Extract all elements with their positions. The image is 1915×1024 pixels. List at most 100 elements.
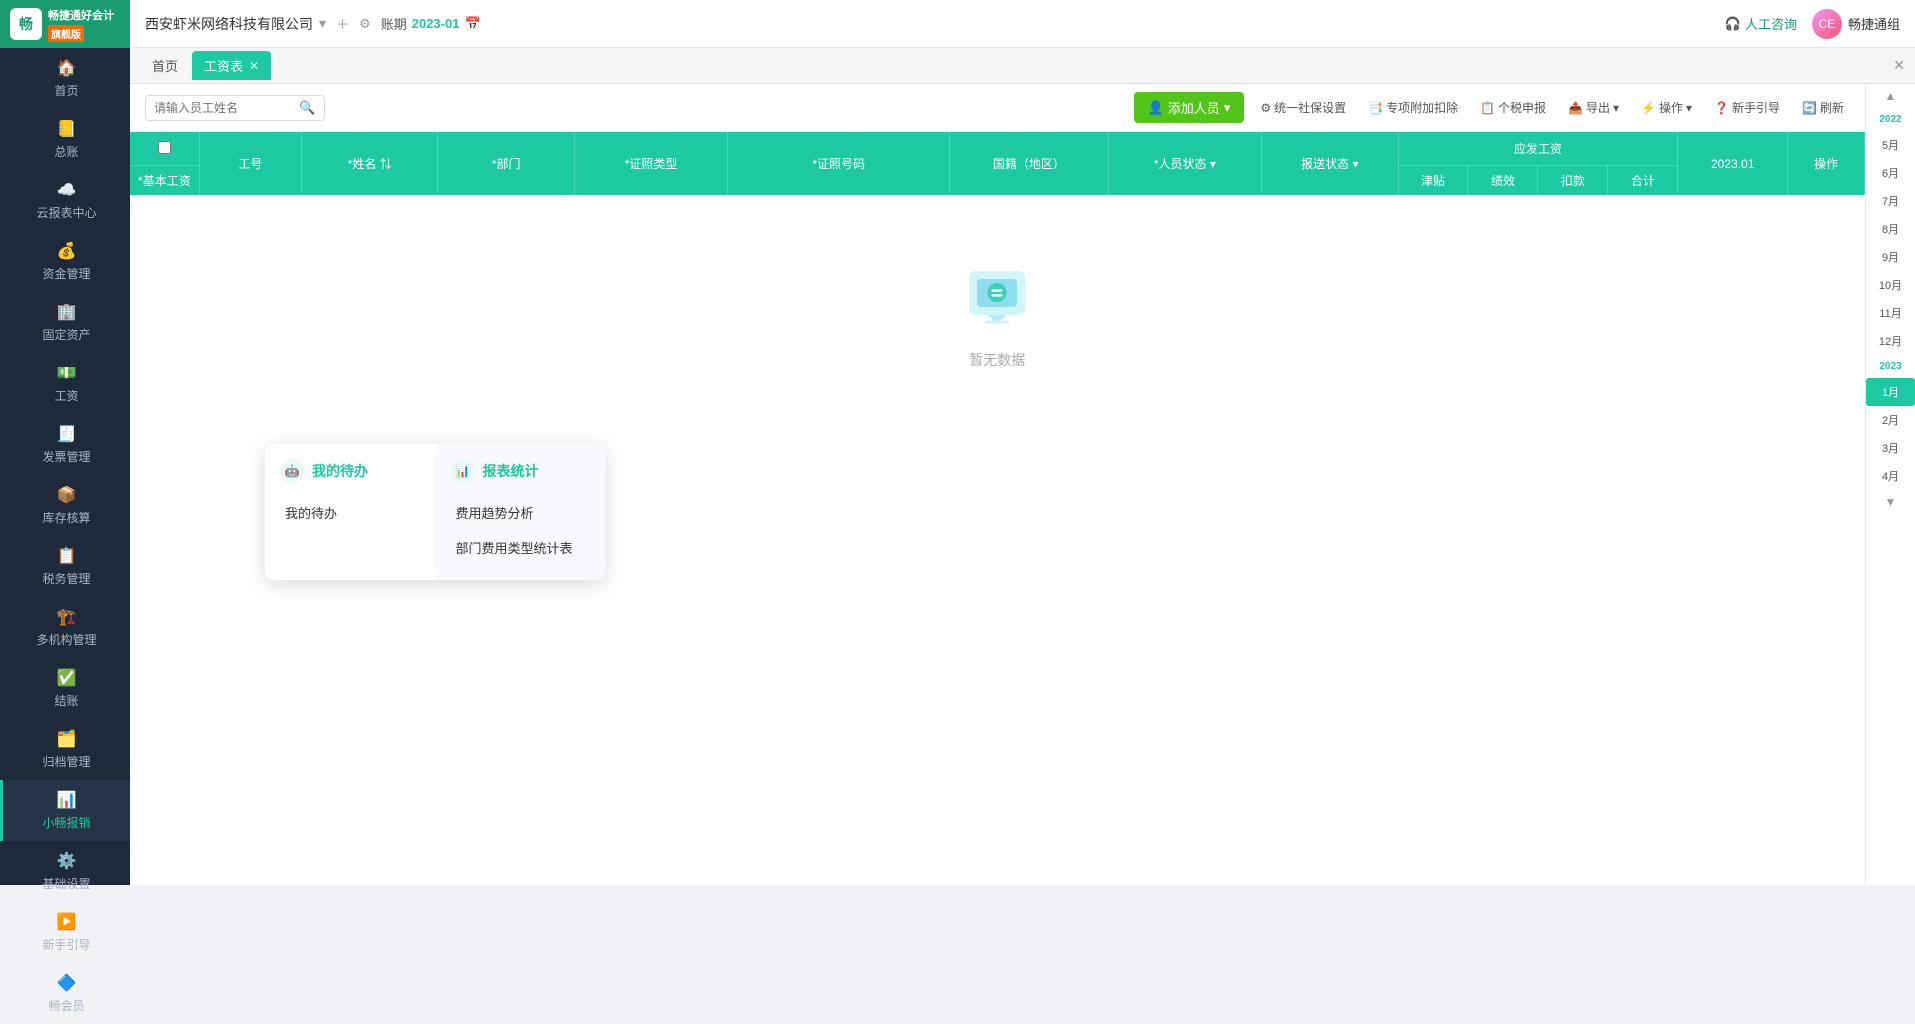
popup-menu: 🤖 我的待办 我的待办 📊 报表统计 [265,444,605,580]
social-security-label: 统一社保设置 [1274,99,1346,116]
month-dec-2022[interactable]: 12月 [1866,327,1915,355]
sidebar-label-salary: 工资 [54,387,78,404]
tab-salary-close[interactable]: ✕ [249,59,259,73]
popup-todo-label: 我的待办 [285,506,337,521]
multi-icon: 🏗️ [57,607,77,627]
month-jan-2023[interactable]: 1月 [1866,378,1915,406]
guide-icon: ▶️ [57,912,77,932]
search-icon: 🔍 [299,100,315,116]
sidebar-item-asset[interactable]: 🏢 固定资产 [0,292,130,353]
company-selector[interactable]: 西安虾米网络科技有限公司 ▾ [145,14,326,34]
sidebar-item-multi[interactable]: 🏗️ 多机构管理 [0,597,130,658]
export-button[interactable]: 📤 导出 ▾ [1562,95,1625,120]
sidebar-item-tax[interactable]: 📋 税务管理 [0,536,130,597]
month-mar-2023[interactable]: 3月 [1866,434,1915,462]
filter-icon[interactable]: ▾ [1210,157,1216,171]
col-bonus: 绩效 [1468,166,1538,196]
special-deduct-button[interactable]: 📑 专项附加扣除 [1362,95,1464,120]
operations-button[interactable]: ⚡ 操作 ▾ [1635,95,1698,120]
logo-sub: 旗舰版 [48,25,84,42]
settings-icon: ⚙️ [57,851,77,871]
sidebar-label-inventory: 库存核算 [42,509,90,526]
invoice-icon: 🧾 [57,424,77,444]
sidebar-item-salary[interactable]: 💵 工资 [0,353,130,414]
sidebar-label-settings: 基础设置 [42,875,90,892]
select-all-header[interactable] [130,132,199,166]
sidebar-item-settlement[interactable]: ✅ 结账 [0,658,130,719]
report-icon: 📊 [57,790,77,810]
cloud-icon: ☁️ [57,180,77,200]
tab-home[interactable]: 首页 [140,51,190,80]
popup-cols: 🤖 我的待办 我的待办 📊 报表统计 [265,444,605,580]
month-may-2022[interactable]: 5月 [1866,131,1915,159]
special-deduct-label: 专项附加扣除 [1386,99,1458,116]
report-filter-icon[interactable]: ▾ [1353,157,1359,171]
col-basic-salary: *基本工资 [130,166,199,196]
logo-abbr: 畅 [19,14,33,34]
sidebar-item-inventory[interactable]: 📦 库存核算 [0,475,130,536]
calendar-icon: 📅 [464,16,480,32]
tax-report-icon: 📋 [1480,101,1495,115]
service-button[interactable]: 🎧 人工咨询 [1725,14,1797,33]
col-name: *姓名 ⇅ [301,132,437,195]
sidebar-item-cloud[interactable]: ☁️ 云报表中心 [0,170,130,231]
period-selector[interactable]: 账期 2023-01 📅 [381,14,481,33]
empty-illustration [957,255,1037,335]
month-sep-2022[interactable]: 9月 [1866,243,1915,271]
sidebar-item-guide[interactable]: ▶️ 新手引导 [0,902,130,963]
col-total: 合计 [1608,166,1678,196]
sidebar-item-archive[interactable]: 🗂️ 归档管理 [0,719,130,780]
sidebar-item-member[interactable]: 🔷 畅会员 [0,963,130,1024]
add-icon: 👤 [1148,100,1164,116]
sidebar-label-guide: 新手引导 [42,936,90,953]
sidebar-item-ledger[interactable]: 📒 总账 [0,109,130,170]
month-oct-2022[interactable]: 10月 [1866,271,1915,299]
month-nav-down[interactable]: ▼ [1866,490,1915,514]
tab-close-all[interactable]: ✕ [1893,57,1905,74]
popup-col-todo: 🤖 我的待办 我的待办 [265,444,435,580]
topbar-add-icon[interactable]: ＋ [336,14,349,33]
user-menu[interactable]: CE 畅捷通组 [1812,9,1900,39]
popup-report-item-2[interactable]: 部门费用类型统计表 [451,530,591,565]
tabbar: 首页 工资表 ✕ ✕ [130,48,1915,84]
add-dropdown-icon: ▾ [1224,100,1231,116]
month-nov-2022[interactable]: 11月 [1866,299,1915,327]
popup-report-title: 报表统计 [483,461,539,481]
sidebar-label-invoice: 发票管理 [42,448,90,465]
refresh-button[interactable]: 🔄 刷新 [1796,95,1850,120]
new-guide-button[interactable]: ❓ 新手引导 [1708,95,1786,120]
sidebar-item-home[interactable]: 🏠 首页 [0,48,130,109]
salary-table: 工号 *姓名 ⇅ *部门 *证照类型 *证照号码 国籍（地区） *人员 [130,132,1865,430]
ledger-icon: 📒 [57,119,77,139]
popup-report-item-1[interactable]: 费用趋势分析 [451,495,591,530]
empty-text: 暂无数据 [969,350,1025,370]
col-report-status: 报送状态 ▾ [1262,132,1398,195]
personal-tax-button[interactable]: 📋 个税申报 [1474,95,1552,120]
month-jun-2022[interactable]: 6月 [1866,159,1915,187]
sidebar-item-invoice[interactable]: 🧾 发票管理 [0,414,130,475]
toolbar-actions: 👤 添加人员 ▾ ⚙ 统一社保设置 📑 专项附加扣除 📋 个税申报 [1134,92,1850,123]
sidebar-label-report: 小畅报销 [42,814,90,831]
new-guide-label: 新手引导 [1732,99,1780,116]
asset-icon: 🏢 [57,302,77,322]
sidebar-item-fund[interactable]: 💰 资金管理 [0,231,130,292]
month-jul-2022[interactable]: 7月 [1866,187,1915,215]
month-nav-up[interactable]: ▲ [1866,84,1915,108]
sidebar-item-settings[interactable]: ⚙️ 基础设置 [0,841,130,902]
sidebar-label-asset: 固定资产 [42,326,90,343]
add-person-button[interactable]: 👤 添加人员 ▾ [1134,92,1245,123]
select-all-checkbox[interactable] [158,141,171,154]
month-apr-2023[interactable]: 4月 [1866,462,1915,490]
archive-icon: 🗂️ [57,729,77,749]
sidebar-item-report[interactable]: 📊 小畅报销 [0,780,130,841]
search-input[interactable] [154,101,294,115]
tab-salary[interactable]: 工资表 ✕ [192,51,271,80]
month-aug-2022[interactable]: 8月 [1866,215,1915,243]
popup-todo-item[interactable]: 我的待办 [280,495,420,530]
search-box[interactable]: 🔍 [145,95,325,121]
user-initials: CE [1819,17,1836,31]
month-feb-2023[interactable]: 2月 [1866,406,1915,434]
topbar-settings-icon[interactable]: ⚙ [359,16,371,32]
social-security-button[interactable]: ⚙ 统一社保设置 [1254,95,1352,120]
col-subsidy: 津贴 [1398,166,1468,196]
